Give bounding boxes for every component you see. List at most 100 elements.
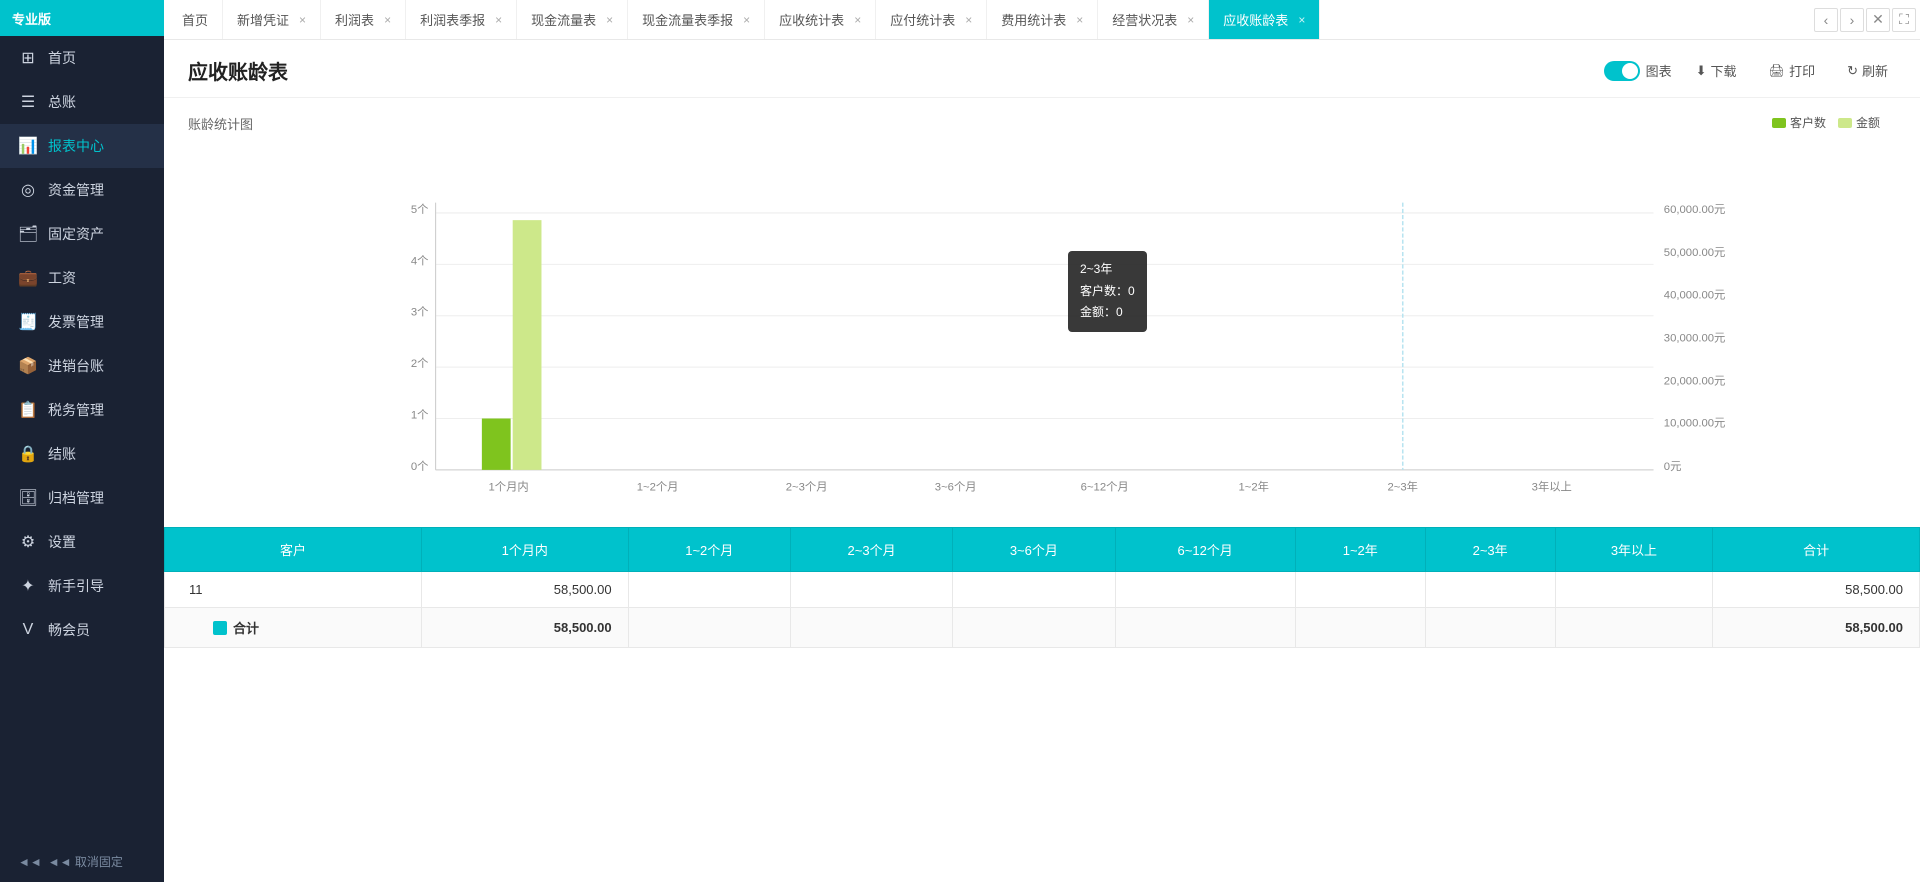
tab-nav-buttons: ‹ › ✕ ⛶: [1814, 8, 1916, 32]
sidebar-item-archive[interactable]: 🗄 归档管理: [0, 476, 164, 520]
tab-ar-stats[interactable]: 应收统计表 ×: [765, 0, 876, 40]
sidebar-item-label: 报表中心: [48, 136, 104, 156]
print-button[interactable]: 🖨 打印: [1761, 57, 1824, 84]
th-total: 合计: [1713, 528, 1920, 572]
sidebar-item-tax[interactable]: 📋 税务管理: [0, 388, 164, 432]
legend-amount-label: 金额: [1856, 114, 1880, 131]
tab-voucher[interactable]: 新增凭证 ×: [223, 0, 321, 40]
invoice-icon: 🧾: [18, 312, 38, 332]
td-total-y1-2: [1295, 608, 1425, 648]
td-total-m3-6: [953, 608, 1115, 648]
tab-home[interactable]: 首页: [168, 0, 223, 40]
tab-profit-close[interactable]: ×: [384, 13, 391, 27]
archive-icon: 🗄: [18, 488, 38, 508]
svg-text:0个: 0个: [411, 460, 429, 473]
tab-ar-stats-label: 应收统计表: [779, 10, 844, 29]
sidebar-item-label: 工资: [48, 268, 76, 288]
legend-customer-label: 客户数: [1790, 114, 1826, 131]
refresh-label: 刷新: [1862, 61, 1888, 80]
sidebar-item-ledger[interactable]: ☰ 总账: [0, 80, 164, 124]
home-icon: ⊞: [18, 48, 38, 68]
bar-m1-amount: [513, 220, 542, 470]
th-m1: 1个月内: [421, 528, 628, 572]
sidebar-item-home[interactable]: ⊞ 首页: [0, 36, 164, 80]
member-icon: V: [18, 621, 38, 639]
sidebar-item-reports[interactable]: 📊 报表中心: [0, 124, 164, 168]
tab-cashflow-close[interactable]: ×: [606, 13, 613, 27]
table-row: 11 58,500.00 58,500.00: [165, 572, 1920, 608]
sidebar-item-label: 发票管理: [48, 312, 104, 332]
tab-ap-stats-close[interactable]: ×: [965, 13, 972, 27]
refresh-icon: ↻: [1847, 63, 1858, 79]
td-m6-12: [1115, 572, 1295, 608]
tab-close-all[interactable]: ✕: [1866, 8, 1890, 32]
sidebar-item-label: 进销台账: [48, 356, 104, 376]
tab-cashflow[interactable]: 现金流量表 ×: [517, 0, 628, 40]
tab-cashflow-quarter[interactable]: 现金流量表季报 ×: [628, 0, 765, 40]
sidebar-item-settings[interactable]: ⚙ 设置: [0, 520, 164, 564]
funds-icon: ◎: [18, 180, 38, 200]
tab-ar-aging-close[interactable]: ×: [1298, 13, 1305, 27]
assets-icon: 🗂: [18, 224, 38, 244]
sidebar-item-label: 畅会员: [48, 620, 90, 640]
td-m1: 58,500.00: [421, 572, 628, 608]
sidebar-item-funds[interactable]: ◎ 资金管理: [0, 168, 164, 212]
sidebar-item-inventory[interactable]: 📦 进销台账: [0, 344, 164, 388]
bar-m1-customer: [482, 419, 511, 470]
tab-expense-stats-label: 费用统计表: [1001, 10, 1066, 29]
tab-ar-stats-close[interactable]: ×: [854, 13, 861, 27]
tab-voucher-close[interactable]: ×: [299, 13, 306, 27]
tab-business-status-close[interactable]: ×: [1187, 13, 1194, 27]
tab-expense-stats[interactable]: 费用统计表 ×: [987, 0, 1098, 40]
sidebar-item-member[interactable]: V 畅会员: [0, 608, 164, 652]
tab-profit[interactable]: 利润表 ×: [321, 0, 406, 40]
sidebar-item-label: 总账: [48, 92, 76, 112]
tab-home-label: 首页: [182, 10, 208, 29]
tab-expense-stats-close[interactable]: ×: [1076, 13, 1083, 27]
tab-voucher-label: 新增凭证: [237, 10, 289, 29]
toggle-track[interactable]: [1604, 61, 1640, 81]
chart-title: 账龄统计图: [188, 114, 1896, 133]
th-m2-3: 2~3个月: [790, 528, 952, 572]
sidebar-item-salary[interactable]: 💼 工资: [0, 256, 164, 300]
legend-amount: 金额: [1838, 114, 1880, 131]
tab-scroll-right[interactable]: ›: [1840, 8, 1864, 32]
tab-scroll-left[interactable]: ‹: [1814, 8, 1838, 32]
sidebar-item-close[interactable]: 🔒 结账: [0, 432, 164, 476]
td-total-y3plus: [1555, 608, 1713, 648]
sidebar-item-guide[interactable]: ✦ 新手引导: [0, 564, 164, 608]
unpin-sidebar-button[interactable]: ◄◄ ◄◄ 取消固定: [0, 841, 164, 882]
svg-text:4个: 4个: [411, 254, 429, 267]
td-y1-2: [1295, 572, 1425, 608]
print-icon: 🖨: [1769, 63, 1786, 79]
td-y2-3: [1425, 572, 1555, 608]
data-table: 客户 1个月内 1~2个月 2~3个月 3~6个月 6~12个月 1~2年 2~…: [164, 527, 1920, 648]
td-y3plus: [1555, 572, 1713, 608]
inventory-icon: 📦: [18, 356, 38, 376]
sidebar: 专业版 ⊞ 首页 ☰ 总账 📊 报表中心 ◎ 资金管理 🗂 固定资产 💼 工资 …: [0, 0, 164, 882]
th-m1-2: 1~2个月: [628, 528, 790, 572]
refresh-button[interactable]: ↻ 刷新: [1839, 57, 1896, 84]
td-total-m6-12: [1115, 608, 1295, 648]
tab-ap-stats[interactable]: 应付统计表 ×: [876, 0, 987, 40]
sidebar-item-label: 新手引导: [48, 576, 104, 596]
tab-fullscreen[interactable]: ⛶: [1892, 8, 1916, 32]
ledger-icon: ☰: [18, 92, 38, 112]
th-customer: 客户: [165, 528, 422, 572]
sidebar-item-assets[interactable]: 🗂 固定资产: [0, 212, 164, 256]
chart-svg: 0个 1个 2个 3个 4个 5个 0元 10,000.00元 20,000.0…: [188, 141, 1896, 511]
tab-cashflow-quarter-label: 现金流量表季报: [642, 10, 733, 29]
chart-section: 账龄统计图 客户数 金额 0个 1个 2个 3个: [164, 98, 1920, 527]
chart-toggle[interactable]: 图表: [1604, 61, 1672, 81]
tab-profit-quarter-close[interactable]: ×: [495, 13, 502, 27]
tab-business-status[interactable]: 经营状况表 ×: [1098, 0, 1209, 40]
sidebar-item-invoice[interactable]: 🧾 发票管理: [0, 300, 164, 344]
tab-ar-aging[interactable]: 应收账龄表 ×: [1209, 0, 1320, 40]
svg-text:2~3年: 2~3年: [1388, 479, 1418, 493]
tab-profit-quarter[interactable]: 利润表季报 ×: [406, 0, 517, 40]
td-total-m2-3: [790, 608, 952, 648]
svg-text:2个: 2个: [411, 357, 429, 370]
download-button[interactable]: ⬇ 下载: [1688, 57, 1745, 84]
tab-cashflow-quarter-close[interactable]: ×: [743, 13, 750, 27]
td-m2-3: [790, 572, 952, 608]
